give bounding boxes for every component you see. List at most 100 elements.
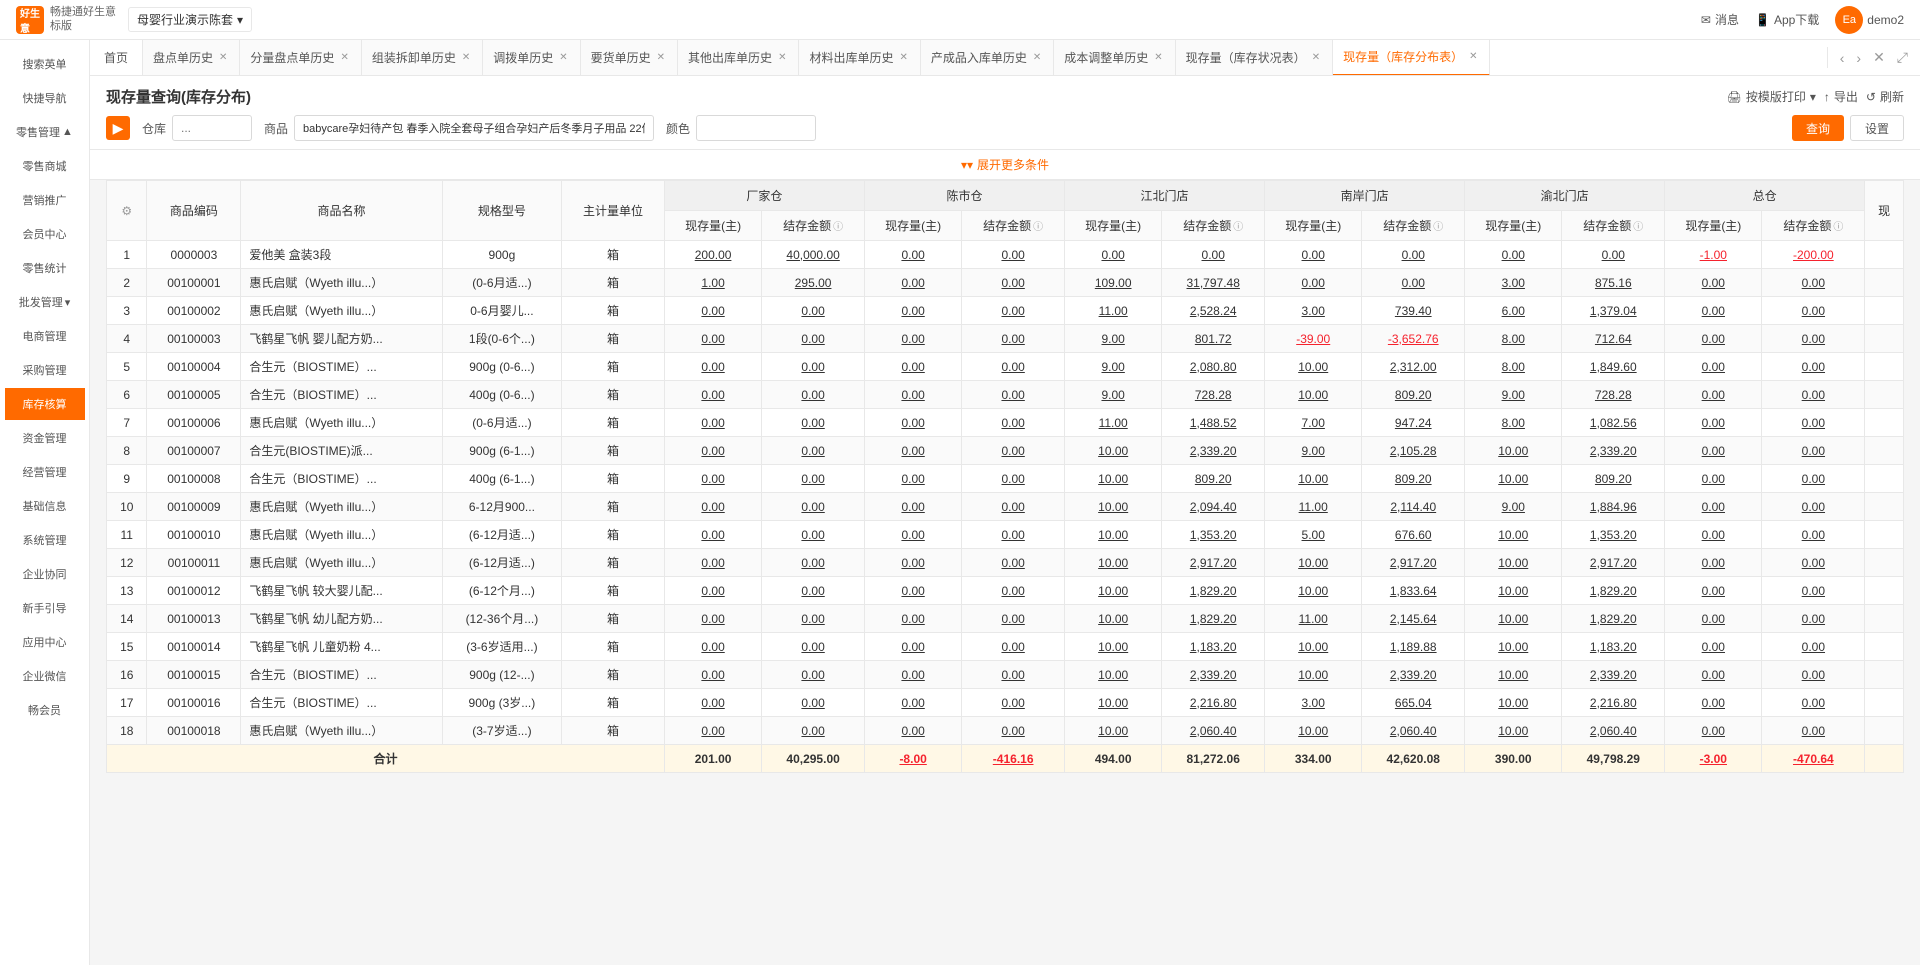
cell-yb-qty[interactable]: 10.00 <box>1465 661 1562 689</box>
cell-jb-qty[interactable]: 10.00 <box>1065 521 1162 549</box>
sidebar-item-member[interactable]: 会员中心 <box>5 218 85 250</box>
cell-jb-qty[interactable]: 9.00 <box>1065 353 1162 381</box>
cell-fac-amt[interactable]: 0.00 <box>762 381 865 409</box>
cell-na-qty[interactable]: 10.00 <box>1265 353 1362 381</box>
info-icon-fac[interactable]: ⓘ <box>833 222 843 233</box>
filter-expand-btn[interactable]: ▶ <box>106 116 130 140</box>
tabs-next[interactable]: › <box>1852 48 1865 68</box>
cell-tot-qty[interactable]: 0.00 <box>1665 717 1762 745</box>
cell-tot-amt[interactable]: 0.00 <box>1762 297 1865 325</box>
cell-jb-amt[interactable]: 2,528.24 <box>1162 297 1265 325</box>
cell-fac-amt[interactable]: 0.00 <box>762 633 865 661</box>
cell-na-qty[interactable]: 3.00 <box>1265 297 1362 325</box>
cell-cs-amt[interactable]: 0.00 <box>962 633 1065 661</box>
sidebar-item-wholesale[interactable]: 批发管理▾ <box>5 286 85 318</box>
cell-jb-qty[interactable]: 109.00 <box>1065 269 1162 297</box>
cell-jb-qty[interactable]: 10.00 <box>1065 633 1162 661</box>
cell-tot-qty[interactable]: 0.00 <box>1665 521 1762 549</box>
cell-jb-amt[interactable]: 2,339.20 <box>1162 437 1265 465</box>
cell-jb-amt[interactable]: 1,829.20 <box>1162 605 1265 633</box>
cell-yb-amt[interactable]: 2,339.20 <box>1562 661 1665 689</box>
sidebar-item-ecommerce[interactable]: 电商管理 <box>5 320 85 352</box>
cell-na-amt[interactable]: 2,312.00 <box>1362 353 1465 381</box>
cell-tot-amt[interactable]: 0.00 <box>1762 549 1865 577</box>
cell-cs-qty[interactable]: 0.00 <box>864 521 961 549</box>
setting-btn[interactable]: 设置 <box>1850 115 1904 141</box>
cell-fac-amt[interactable]: 0.00 <box>762 465 865 493</box>
tab-close-requisition[interactable]: ✕ <box>655 52 667 63</box>
cell-tot-qty[interactable]: 0.00 <box>1665 689 1762 717</box>
sidebar-item-weixin[interactable]: 企业微信 <box>5 660 85 692</box>
tab-close-sub-inventory[interactable]: ✕ <box>338 52 350 63</box>
cell-fac-amt[interactable]: 0.00 <box>762 605 865 633</box>
cell-na-qty[interactable]: 5.00 <box>1265 521 1362 549</box>
cell-jb-amt[interactable]: 1,829.20 <box>1162 577 1265 605</box>
cell-cs-amt[interactable]: 0.00 <box>962 353 1065 381</box>
cell-yb-qty[interactable]: 10.00 <box>1465 521 1562 549</box>
cell-jb-amt[interactable]: 2,080.80 <box>1162 353 1265 381</box>
cell-tot-amt[interactable]: 0.00 <box>1762 381 1865 409</box>
cell-yb-amt[interactable]: 1,829.20 <box>1562 605 1665 633</box>
cell-fac-qty[interactable]: 0.00 <box>664 353 761 381</box>
tab-stock-dist[interactable]: 现存量（库存分布表） ✕ <box>1333 40 1490 76</box>
cell-na-amt[interactable]: 676.60 <box>1362 521 1465 549</box>
cell-na-amt[interactable]: 665.04 <box>1362 689 1465 717</box>
cell-cs-amt[interactable]: 0.00 <box>962 577 1065 605</box>
cell-fac-amt[interactable]: 0.00 <box>762 297 865 325</box>
cell-jb-amt[interactable]: 1,183.20 <box>1162 633 1265 661</box>
cell-na-amt[interactable]: -3,652.76 <box>1362 325 1465 353</box>
cell-yb-qty[interactable]: 10.00 <box>1465 717 1562 745</box>
cell-cs-amt[interactable]: 0.00 <box>962 549 1065 577</box>
cell-jb-qty[interactable]: 10.00 <box>1065 605 1162 633</box>
sidebar-item-enterprise[interactable]: 企业协同 <box>5 558 85 590</box>
cell-na-amt[interactable]: 2,114.40 <box>1362 493 1465 521</box>
cell-fac-amt[interactable]: 0.00 <box>762 717 865 745</box>
cell-fac-qty[interactable]: 1.00 <box>664 269 761 297</box>
cell-cs-qty[interactable]: 0.00 <box>864 605 961 633</box>
cell-tot-qty[interactable]: 0.00 <box>1665 409 1762 437</box>
cell-jb-qty[interactable]: 10.00 <box>1065 717 1162 745</box>
cell-tot-amt[interactable]: -200.00 <box>1762 241 1865 269</box>
info-icon-yb[interactable]: ⓘ <box>1633 222 1643 233</box>
info-icon-tot[interactable]: ⓘ <box>1833 222 1843 233</box>
cell-fac-amt[interactable]: 0.00 <box>762 409 865 437</box>
cell-jb-qty[interactable]: 10.00 <box>1065 465 1162 493</box>
cell-yb-qty[interactable]: 10.00 <box>1465 577 1562 605</box>
cell-yb-amt[interactable]: 712.64 <box>1562 325 1665 353</box>
cell-cs-qty[interactable]: 0.00 <box>864 549 961 577</box>
cell-tot-qty[interactable]: 0.00 <box>1665 605 1762 633</box>
sidebar-item-guide[interactable]: 新手引导 <box>5 592 85 624</box>
cell-yb-amt[interactable]: 0.00 <box>1562 241 1665 269</box>
tab-requisition[interactable]: 要货单历史 ✕ <box>581 40 678 76</box>
cell-jb-qty[interactable]: 10.00 <box>1065 661 1162 689</box>
cell-cs-amt[interactable]: 0.00 <box>962 689 1065 717</box>
cell-na-amt[interactable]: 1,833.64 <box>1362 577 1465 605</box>
cell-yb-amt[interactable]: 728.28 <box>1562 381 1665 409</box>
cell-yb-qty[interactable]: 9.00 <box>1465 493 1562 521</box>
tab-assembly[interactable]: 组装拆卸单历史 ✕ <box>362 40 483 76</box>
cell-fac-qty[interactable]: 0.00 <box>664 297 761 325</box>
cell-tot-qty[interactable]: 0.00 <box>1665 437 1762 465</box>
cell-jb-qty[interactable]: 10.00 <box>1065 577 1162 605</box>
cell-cs-amt[interactable]: 0.00 <box>962 325 1065 353</box>
cell-tot-amt[interactable]: 0.00 <box>1762 605 1865 633</box>
color-input[interactable] <box>696 115 816 141</box>
cell-tot-qty[interactable]: 0.00 <box>1665 549 1762 577</box>
cell-na-amt[interactable]: 2,917.20 <box>1362 549 1465 577</box>
cell-fac-qty[interactable]: 0.00 <box>664 689 761 717</box>
th-gear[interactable]: ⚙ <box>107 181 147 241</box>
cell-cs-qty[interactable]: 0.00 <box>864 325 961 353</box>
cell-tot-amt[interactable]: 0.00 <box>1762 409 1865 437</box>
tab-inventory-count[interactable]: 盘点单历史 ✕ <box>143 40 240 76</box>
cell-fac-amt[interactable]: 295.00 <box>762 269 865 297</box>
cell-jb-amt[interactable]: 2,060.40 <box>1162 717 1265 745</box>
cell-na-amt[interactable]: 1,189.88 <box>1362 633 1465 661</box>
cell-fac-amt[interactable]: 0.00 <box>762 549 865 577</box>
cell-na-qty[interactable]: 11.00 <box>1265 605 1362 633</box>
cell-jb-qty[interactable]: 11.00 <box>1065 409 1162 437</box>
cell-fac-amt[interactable]: 0.00 <box>762 521 865 549</box>
cell-na-qty[interactable]: 10.00 <box>1265 717 1362 745</box>
cell-yb-amt[interactable]: 1,829.20 <box>1562 577 1665 605</box>
tab-close-transfer[interactable]: ✕ <box>557 52 569 63</box>
sidebar-item-inventory[interactable]: 库存核算 <box>5 388 85 420</box>
